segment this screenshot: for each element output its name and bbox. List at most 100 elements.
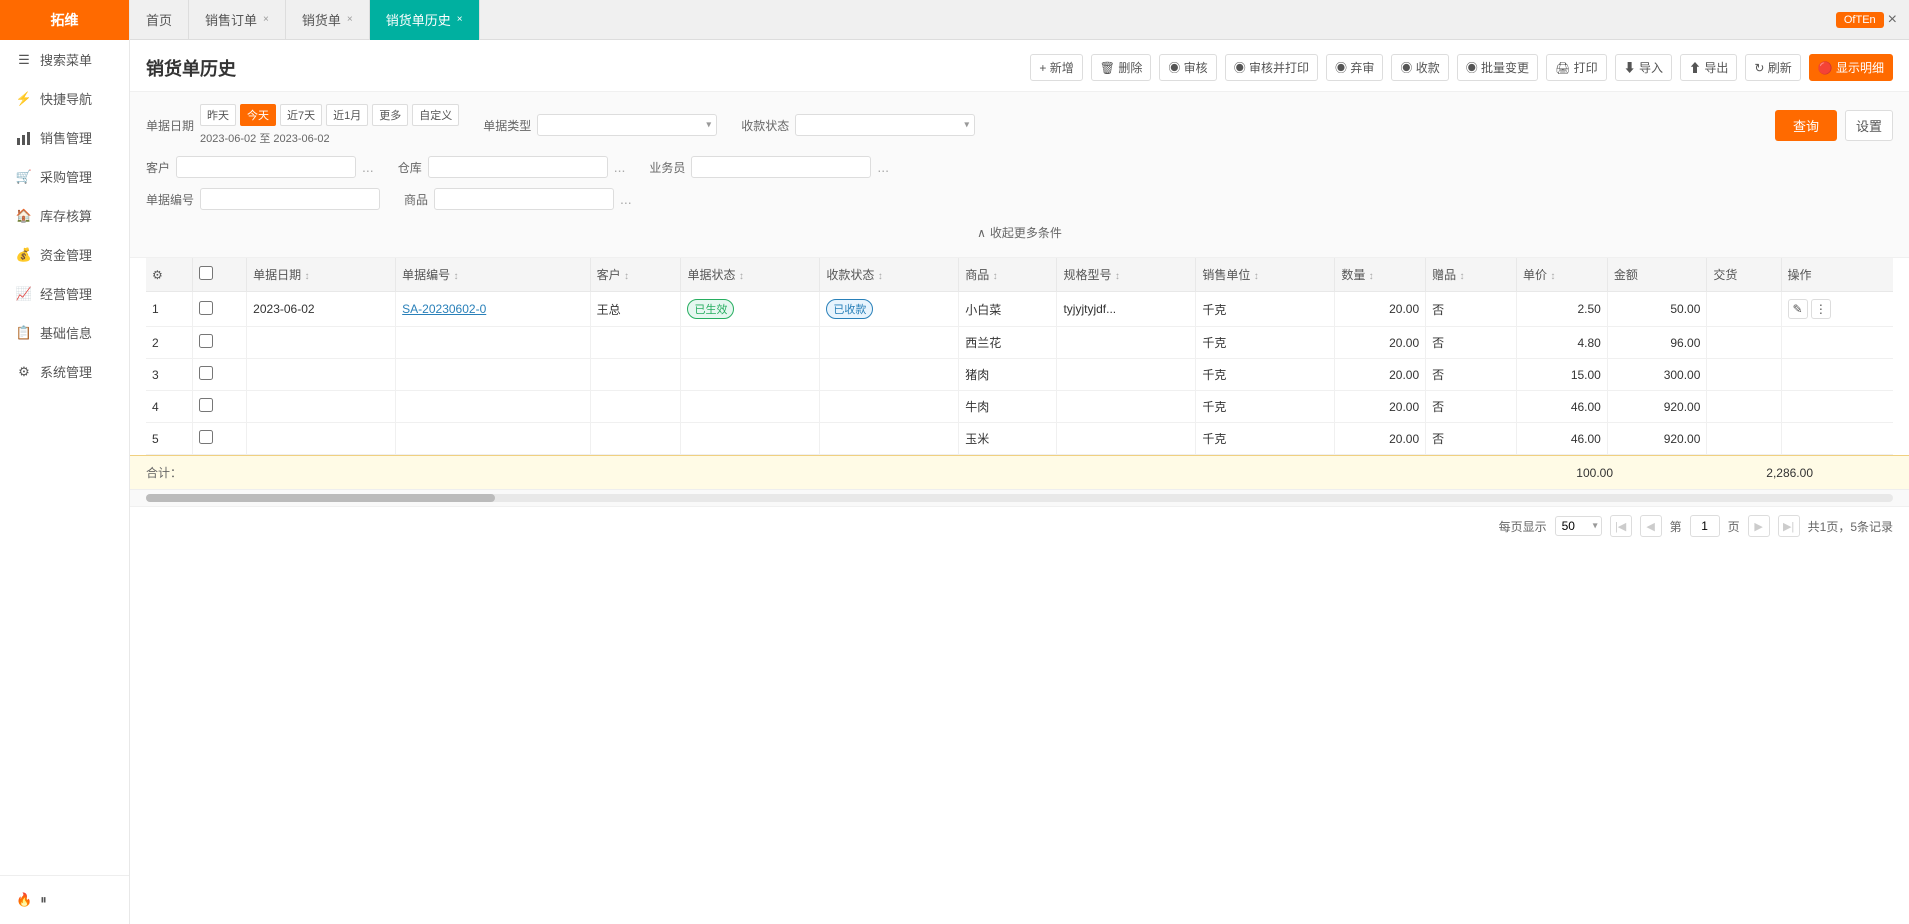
- table-footer: 合计： 100.00 2,286.00: [130, 455, 1909, 489]
- salesperson-dots[interactable]: ...: [877, 159, 889, 175]
- payment-status-sort-icon[interactable]: ↕: [878, 271, 883, 282]
- print-button[interactable]: 🖨 打印: [1546, 54, 1607, 81]
- payment-status-select[interactable]: [795, 114, 975, 136]
- row-checkbox-1[interactable]: [193, 327, 247, 359]
- doc-no-input[interactable]: [200, 188, 380, 210]
- row-select-checkbox-3[interactable]: [199, 398, 213, 412]
- date-btn-yesterday[interactable]: 昨天: [200, 104, 236, 126]
- date-btn-today[interactable]: 今天: [240, 104, 276, 126]
- row-doc-status-4: [681, 423, 820, 455]
- customer-input[interactable]: [176, 156, 356, 178]
- price-sort-icon[interactable]: ↕: [1550, 271, 1555, 282]
- row-checkbox-4[interactable]: [193, 423, 247, 455]
- col-settings[interactable]: ⚙: [146, 258, 193, 292]
- unit-sort-icon[interactable]: ↕: [1254, 271, 1259, 282]
- sidebar-item-base-info[interactable]: 📋 基础信息: [0, 313, 129, 352]
- sidebar-item-search-menu[interactable]: ☰ 搜索菜单: [0, 40, 129, 79]
- sidebar-item-sys-admin[interactable]: ⚙ 系统管理: [0, 352, 129, 391]
- row-checkbox-0[interactable]: [193, 292, 247, 327]
- warehouse-input[interactable]: [428, 156, 608, 178]
- sidebar-item-quick-nav[interactable]: ⚡ 快捷导航: [0, 79, 129, 118]
- col-gift: 赠品 ↕: [1426, 258, 1517, 292]
- new-button[interactable]: + 新增: [1030, 54, 1082, 81]
- sidebar-item-label: 库存核算: [40, 206, 92, 225]
- tab-sales-delivery[interactable]: 销货单 ×: [286, 0, 370, 40]
- salesperson-input[interactable]: [691, 156, 871, 178]
- sidebar-item-sales-mgmt[interactable]: 销售管理: [0, 118, 129, 157]
- doc-no-link-0[interactable]: SA-20230602-0: [402, 302, 486, 316]
- goods-dots[interactable]: ...: [620, 191, 632, 207]
- next-page-button[interactable]: ▶: [1748, 515, 1770, 537]
- date-btn-7days[interactable]: 近7天: [280, 104, 322, 126]
- row-customer-0: 王总: [590, 292, 681, 327]
- show-details-button[interactable]: 🔴 显示明细: [1809, 54, 1893, 81]
- row-select-checkbox-1[interactable]: [199, 334, 213, 348]
- tab-sales-history-close[interactable]: ×: [457, 14, 463, 25]
- last-page-button[interactable]: ▶|: [1778, 515, 1800, 537]
- doc-type-select[interactable]: [537, 114, 717, 136]
- tab-bar: 首页 销售订单 × 销货单 × 销货单历史 × OfTEn ×: [130, 0, 1909, 40]
- gift-sort-icon[interactable]: ↕: [1460, 271, 1465, 282]
- row-select-checkbox-0[interactable]: [199, 301, 213, 315]
- settings-filter-button[interactable]: 设置: [1845, 110, 1893, 141]
- sidebar-item-purchase-mgmt[interactable]: 🛒 采购管理: [0, 157, 129, 196]
- first-page-button[interactable]: |◀: [1610, 515, 1632, 537]
- row-checkbox-3[interactable]: [193, 391, 247, 423]
- customer-sort-icon[interactable]: ↕: [624, 271, 629, 282]
- tab-sales-order[interactable]: 销售订单 ×: [189, 0, 286, 40]
- qty-sort-icon[interactable]: ↕: [1369, 271, 1374, 282]
- delete-button[interactable]: 🗑 删除: [1091, 54, 1152, 81]
- tab-sales-delivery-close[interactable]: ×: [347, 14, 353, 25]
- col-unit-label: 销售单位: [1202, 268, 1250, 282]
- batch-change-button[interactable]: ◉ 批量变更: [1457, 54, 1538, 81]
- col-customer: 客户 ↕: [590, 258, 681, 292]
- row-checkbox-2[interactable]: [193, 359, 247, 391]
- export-button[interactable]: ⬆ 导出: [1680, 54, 1737, 81]
- row-doc-no-0[interactable]: SA-20230602-0: [396, 292, 590, 327]
- tab-sales-order-close[interactable]: ×: [263, 14, 269, 25]
- row-customer-3: [590, 391, 681, 423]
- audit-button[interactable]: ◉ 审核: [1159, 54, 1216, 81]
- goods-sort-icon[interactable]: ↕: [993, 271, 998, 282]
- collect-button[interactable]: ◉ 收款: [1391, 54, 1448, 81]
- row-more-btn-0[interactable]: ⋮: [1811, 299, 1831, 319]
- tab-sales-history-label: 销货单历史: [386, 10, 451, 29]
- row-select-checkbox-4[interactable]: [199, 430, 213, 444]
- page-size-label: 每页显示: [1499, 518, 1547, 535]
- tab-home[interactable]: 首页: [130, 0, 189, 40]
- query-button[interactable]: 查询: [1775, 110, 1837, 141]
- date-range-text: 2023-06-02 至 2023-06-02: [200, 130, 459, 146]
- sidebar-item-inventory[interactable]: 🏠 库存核算: [0, 196, 129, 235]
- refresh-button[interactable]: ↻ 刷新: [1745, 54, 1800, 81]
- prev-page-button[interactable]: ◀: [1640, 515, 1662, 537]
- settings-col-icon[interactable]: ⚙: [152, 268, 163, 282]
- warehouse-dots[interactable]: ...: [614, 159, 626, 175]
- row-select-checkbox-2[interactable]: [199, 366, 213, 380]
- row-doc-status-2: [681, 359, 820, 391]
- import-button[interactable]: ⬇ 导入: [1615, 54, 1672, 81]
- page-size-select[interactable]: 50 20 100: [1555, 516, 1602, 536]
- date-btn-more[interactable]: 更多: [372, 104, 408, 126]
- tab-sales-history[interactable]: 销货单历史 ×: [370, 0, 480, 40]
- audit-print-button[interactable]: ◉ 审核并打印: [1225, 54, 1318, 81]
- doc-date-sort-icon[interactable]: ↕: [305, 271, 310, 282]
- select-all-checkbox[interactable]: [199, 266, 213, 280]
- sidebar-bottom-fire[interactable]: 🔥 ⏸: [0, 884, 129, 916]
- customer-dots[interactable]: ...: [362, 159, 374, 175]
- doc-no-sort-icon[interactable]: ↕: [454, 271, 459, 282]
- date-btn-1month[interactable]: 近1月: [326, 104, 368, 126]
- discard-button[interactable]: ◉ 弃审: [1326, 54, 1383, 81]
- row-edit-btn-0[interactable]: ✎: [1788, 299, 1808, 319]
- sidebar-item-operations[interactable]: 📈 经营管理: [0, 274, 129, 313]
- goods-input[interactable]: [434, 188, 614, 210]
- page-size-wrapper: 50 20 100: [1555, 516, 1602, 536]
- sidebar-item-finance[interactable]: 💰 资金管理: [0, 235, 129, 274]
- page-number-input[interactable]: [1690, 515, 1720, 537]
- doc-status-sort-icon[interactable]: ↕: [739, 271, 744, 282]
- window-close-button[interactable]: ×: [1888, 11, 1897, 29]
- date-btn-custom[interactable]: 自定义: [412, 104, 459, 126]
- collapse-filter-button[interactable]: ∧ 收起更多条件: [977, 220, 1062, 245]
- spec-sort-icon[interactable]: ↕: [1115, 271, 1120, 282]
- row-gift-0: 否: [1426, 292, 1517, 327]
- row-spec-1: [1057, 327, 1196, 359]
